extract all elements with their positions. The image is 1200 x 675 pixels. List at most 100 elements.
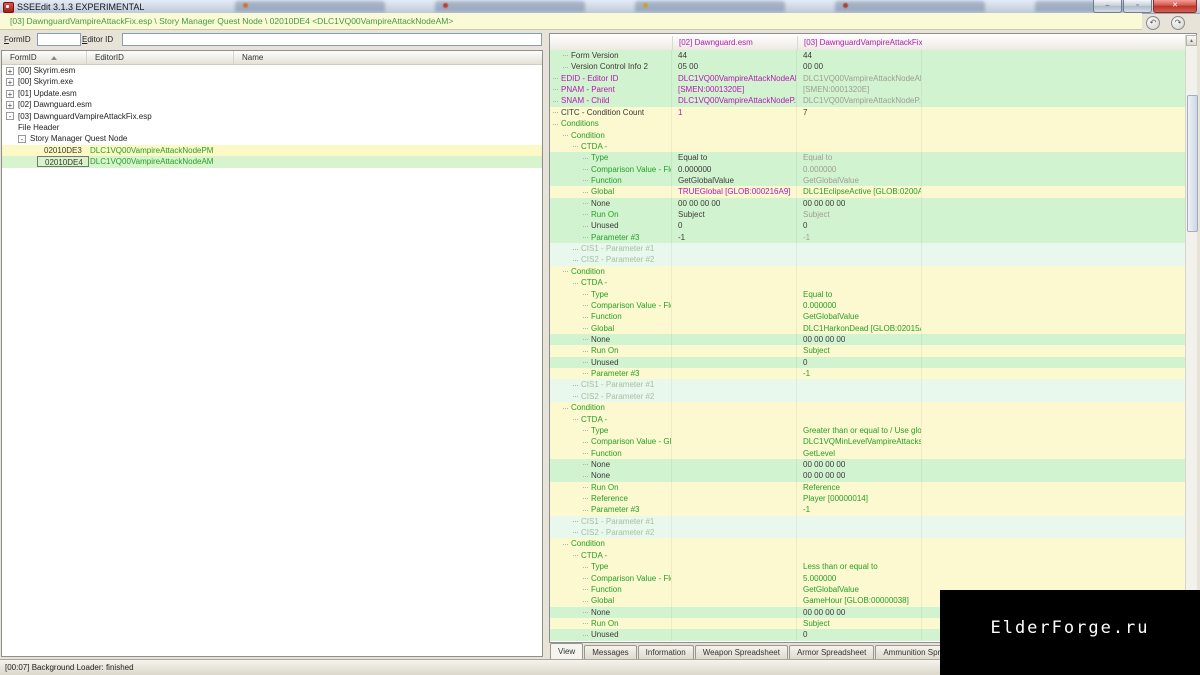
grid-row[interactable]: CTDA - [550, 277, 1196, 289]
grid-row[interactable]: EDID - Editor ID DLC1VQ00VampireAttackNod… [550, 72, 1196, 85]
collapse-icon[interactable]: - [18, 135, 26, 144]
grid-cell-plugin-03[interactable] [797, 118, 922, 130]
grid-cell-plugin-03[interactable]: 0 [797, 220, 922, 232]
expand-icon[interactable]: + [6, 89, 14, 98]
tab-armor-spreadsheet[interactable]: Armor Spreadsheet [788, 645, 875, 659]
grid-cell-plugin-02[interactable] [672, 572, 797, 584]
tree-row[interactable]: 02010DE4 DLC1VQ00VampireAttackNodeAM [2, 156, 542, 168]
grid-cell-plugin-02[interactable]: DLC1VQ00VampireAttackNodeP... [672, 95, 797, 107]
grid-cell-plugin-03[interactable]: Equal to [797, 152, 922, 164]
grid-cell-plugin-02[interactable]: TRUEGlobal [GLOB:000216A9] [672, 186, 797, 198]
grid-cell-plugin-03[interactable] [797, 129, 922, 141]
grid-cell-plugin-03[interactable] [797, 515, 922, 528]
grid-cell-plugin-02[interactable]: 00 00 00 00 [672, 197, 797, 210]
grid-cell-plugin-03[interactable]: 00 00 [797, 61, 922, 73]
grid-cell-plugin-02[interactable]: 0 [672, 220, 797, 232]
grid-cell-plugin-03[interactable]: 00 00 00 00 [797, 333, 922, 346]
grid-row[interactable]: Condition [550, 402, 1196, 414]
tree-row[interactable]: 02010DE3 DLC1VQ00VampireAttackNodePM [2, 144, 542, 157]
grid-row[interactable]: None 00 00 00 00 [550, 458, 1196, 471]
grid-row[interactable]: Function GetGlobalValue GetGlobalValue [550, 174, 1196, 187]
expand-icon[interactable]: + [6, 66, 14, 75]
grid-cell-plugin-02[interactable] [672, 481, 797, 494]
grid-row[interactable]: Unused 0 [550, 356, 1196, 369]
tree-row[interactable]: + [00] Skyrim.exe [2, 76, 542, 87]
expand-icon[interactable]: + [6, 78, 14, 87]
grid-cell-plugin-02[interactable] [672, 561, 797, 573]
tree-row[interactable]: File Header [2, 122, 542, 133]
grid-cell-plugin-02[interactable] [672, 311, 797, 323]
grid-cell-plugin-02[interactable] [672, 129, 797, 141]
grid-cell-plugin-02[interactable] [672, 243, 797, 255]
grid-cell-plugin-03[interactable]: -1 [797, 231, 922, 244]
grid-row[interactable]: CTDA - [550, 549, 1196, 562]
grid-row[interactable]: Reference Player [00000014] [550, 493, 1196, 505]
grid-cell-plugin-02[interactable] [672, 515, 797, 528]
tree-row[interactable]: + [00] Skyrim.esm [2, 65, 542, 76]
grid-cell-plugin-03[interactable]: 5.000000 [797, 572, 922, 584]
grid-cell-plugin-02[interactable] [672, 322, 797, 334]
grid-cell-plugin-03[interactable]: DLC1EclipseActive [GLOB:0200A2... [797, 186, 922, 198]
grid-cell-plugin-03[interactable] [797, 265, 922, 278]
grid-row[interactable]: CIS1 - Parameter #1 [550, 243, 1196, 255]
grid-row[interactable]: Version Control Info 2 05 00 00 00 [550, 61, 1196, 73]
grid-cell-plugin-03[interactable]: DLC1VQMinLevelVampireAttacks ... [797, 436, 922, 448]
grid-cell-plugin-03[interactable] [797, 243, 922, 255]
grid-cell-plugin-02[interactable] [672, 140, 797, 153]
grid-cell-plugin-02[interactable] [672, 402, 797, 414]
tab-view[interactable]: View [550, 643, 584, 659]
tab-information[interactable]: Information [637, 645, 694, 659]
grid-row[interactable]: CIS2 - Parameter #2 [550, 254, 1196, 266]
grid-row[interactable]: Type Equal to [550, 288, 1196, 300]
grid-row[interactable]: Comparison Value - Gl... DLC1VQMinLevelVa… [550, 436, 1196, 448]
grid-row[interactable]: Function GetGlobalValue [550, 311, 1196, 323]
grid-cell-plugin-03[interactable]: Player [00000014] [797, 493, 922, 505]
grid-row[interactable]: Comparison Value - Flo... 5.000000 [550, 572, 1196, 584]
grid-cell-plugin-02[interactable] [672, 118, 797, 130]
grid-cell-plugin-03[interactable]: 44 [797, 50, 922, 62]
grid-cell-plugin-03[interactable]: Reference [797, 481, 922, 494]
grid-cell-plugin-03[interactable] [797, 379, 922, 391]
grid-row[interactable]: Type Equal to Equal to [550, 152, 1196, 164]
grid-cell-plugin-03[interactable]: Subject [797, 209, 922, 221]
grid-row[interactable]: PNAM - Parent [SMEN:0001320E] [SMEN:000132… [550, 84, 1196, 96]
grid-cell-plugin-02[interactable] [672, 493, 797, 505]
grid-row[interactable]: Condition [550, 129, 1196, 141]
grid-cell-plugin-03[interactable]: GetGlobalValue [797, 583, 922, 596]
title-bar[interactable]: SSEEdit 3.1.3 EXPERIMENTAL – ▫ ✕ [0, 0, 1200, 14]
grid-cell-plugin-02[interactable] [672, 379, 797, 391]
grid-row[interactable]: Type Greater than or equal to / Use glo..… [550, 424, 1196, 437]
grid-row[interactable]: SNAM - Child DLC1VQ00VampireAttackNodeP..… [550, 95, 1196, 107]
grid-row[interactable]: Condition [550, 265, 1196, 278]
grid-cell-plugin-02[interactable] [672, 436, 797, 448]
grid-cell-plugin-02[interactable] [672, 265, 797, 278]
grid-cell-plugin-02[interactable]: 0.000000 [672, 163, 797, 175]
grid-cell-plugin-03[interactable] [797, 140, 922, 153]
grid-cell-plugin-02[interactable] [672, 458, 797, 471]
grid-row[interactable]: Global TRUEGlobal [GLOB:000216A9] DLC1Ecli… [550, 186, 1196, 198]
maximize-button[interactable]: ▫ [1123, 0, 1152, 13]
formid-input[interactable] [37, 33, 81, 46]
grid-cell-plugin-02[interactable] [672, 390, 797, 403]
grid-row[interactable]: Run On Subject [550, 345, 1196, 357]
grid-cell-plugin-03[interactable]: 0.000000 [797, 299, 922, 312]
grid-row[interactable]: Run On Subject Subject [550, 209, 1196, 221]
grid-cell-plugin-03[interactable] [797, 277, 922, 289]
editorid-input[interactable] [122, 33, 542, 46]
grid-cell-plugin-03[interactable] [797, 402, 922, 414]
grid-row[interactable]: Comparison Value - Flo... 0.000000 0.00000… [550, 163, 1196, 175]
grid-cell-plugin-02[interactable] [672, 333, 797, 346]
grid-cell-plugin-03[interactable]: Subject [797, 617, 922, 630]
tree-row[interactable]: + [01] Update.esm [2, 88, 542, 99]
grid-cell-plugin-02[interactable] [672, 368, 797, 380]
grid-row[interactable]: Global DLC1HarkonDead [GLOB:02015A2... [550, 322, 1196, 334]
grid-cell-plugin-02[interactable]: 05 00 [672, 61, 797, 73]
grid-cell-plugin-03[interactable]: 0 [797, 356, 922, 369]
grid-cell-plugin-03[interactable]: Less than or equal to [797, 561, 922, 573]
grid-cell-plugin-03[interactable]: GetLevel [797, 447, 922, 459]
column-header-formid[interactable]: FormID [2, 51, 87, 64]
grid-cell-plugin-03[interactable]: Equal to [797, 288, 922, 300]
grid-cell-plugin-02[interactable]: GetGlobalValue [672, 174, 797, 187]
grid-cell-plugin-03[interactable] [797, 549, 922, 562]
grid-cell-plugin-02[interactable]: Subject [672, 209, 797, 221]
